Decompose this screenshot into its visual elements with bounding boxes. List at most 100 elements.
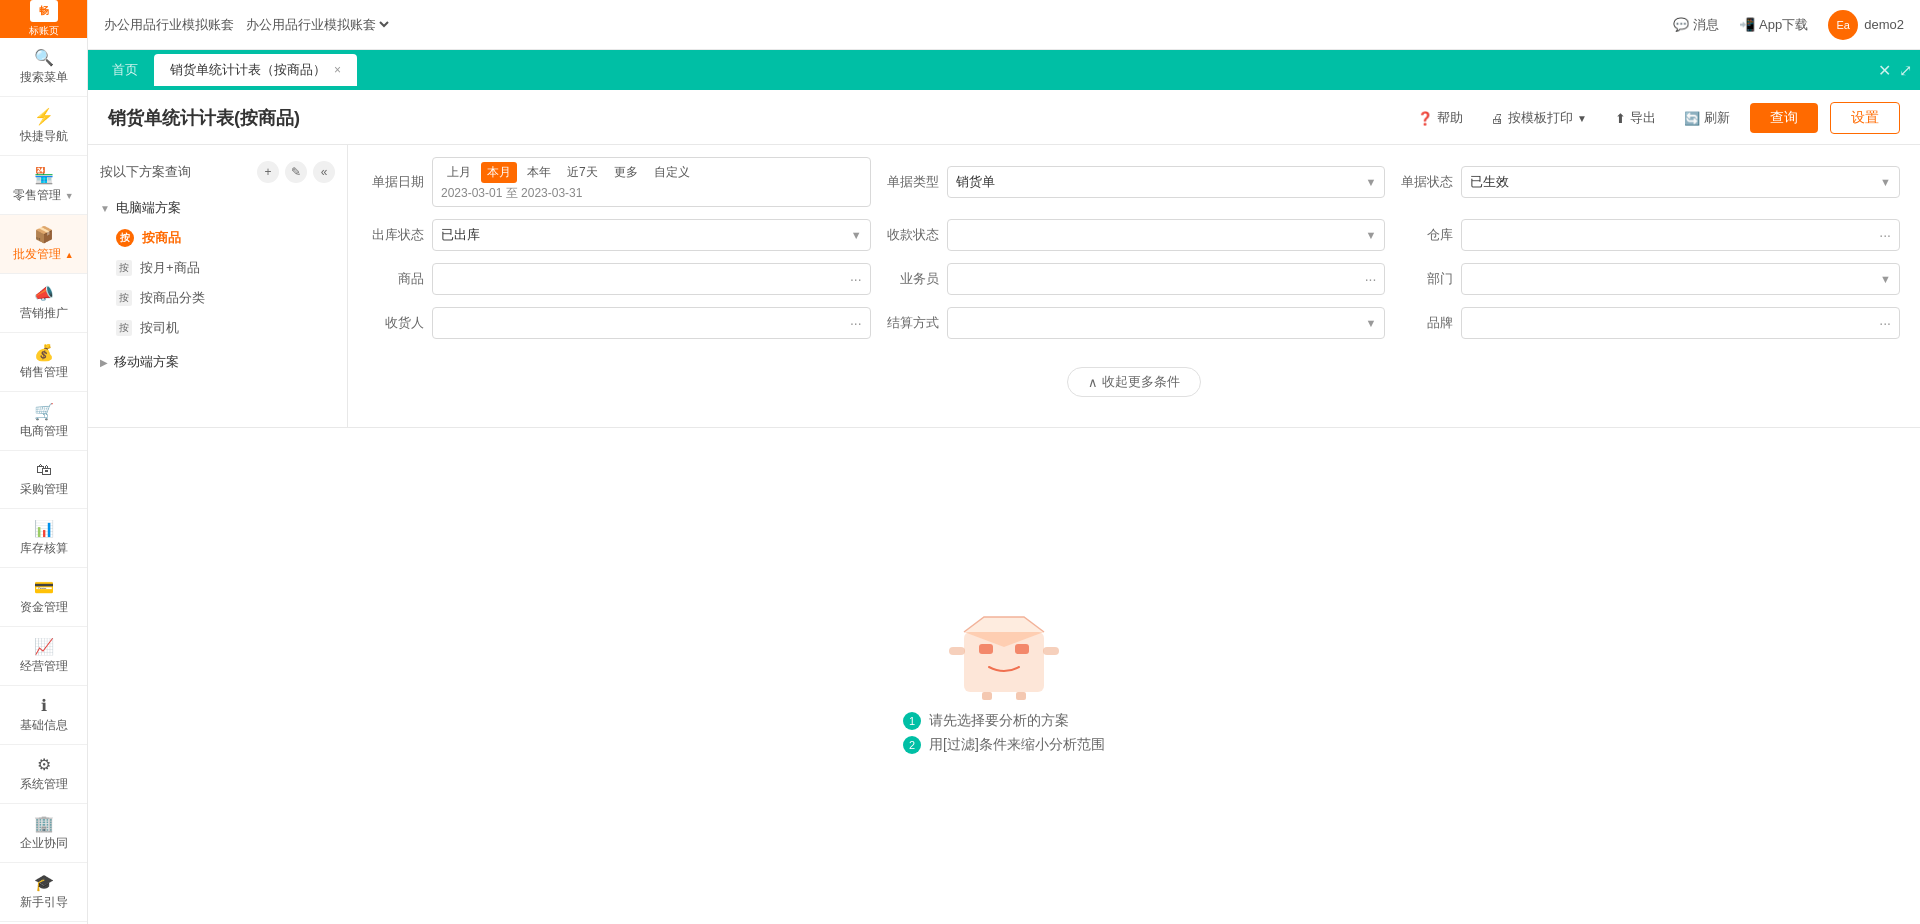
sidebar-item-system[interactable]: ⚙ 系统管理 [0,745,87,804]
header-right: 💬 消息 📲 App下载 Ea demo2 [1673,10,1904,40]
sidebar-item-enterprise[interactable]: 🏢 企业协同 [0,804,87,863]
warehouse-control[interactable]: ··· [1461,219,1900,251]
export-btn[interactable]: ⬆ 导出 [1607,105,1664,131]
dept-arrow-icon[interactable]: ▼ [1880,273,1891,285]
goods-ellipsis-icon[interactable]: ··· [850,271,862,287]
scheme-collapse-btn[interactable]: « [313,161,335,183]
settlement-control[interactable]: ▼ [947,307,1386,339]
doctype-label: 单据类型 [883,173,939,191]
sidebar-item-newbie[interactable]: 🎓 新手引导 [0,863,87,922]
sidebar-item-finance[interactable]: 💳 资金管理 [0,568,87,627]
messages-label: 消息 [1693,16,1719,34]
filter-field-goods: 商品 ··· [368,263,871,295]
settlement-arrow-icon[interactable]: ▼ [1365,317,1376,329]
scheme-item-by-category[interactable]: 按 按商品分类 [104,283,347,313]
sidebar-item-operation[interactable]: 📈 经营管理 [0,627,87,686]
sidebar-item-retail[interactable]: 🏪 零售管理 ▼ [0,156,87,215]
purchase-icon: 🛍 [4,461,83,479]
app-download-btn[interactable]: 📲 App下载 [1739,16,1808,34]
goods-control[interactable]: ··· [432,263,871,295]
sidebar-item-label: 经营管理 [20,659,68,673]
svg-rect-2 [1015,644,1029,654]
scheme-panel-title: 按以下方案查询 [100,163,249,181]
sidebar-item-label: 营销推广 [20,306,68,320]
sidebar-item-quicknav[interactable]: ⚡ 快捷导航 [0,97,87,156]
scheme-group-desktop-label: 电脑端方案 [116,199,181,217]
scheme-item-by-goods[interactable]: 按 按商品 [104,223,347,253]
sidebar-item-label: 资金管理 [20,600,68,614]
sidebar-item-search[interactable]: 🔍 搜索菜单 [0,38,87,97]
scheme-item-icon: 按 [116,290,132,306]
template-print-btn[interactable]: 🖨 按模板打印 ▼ [1483,105,1595,131]
scheme-item-icon: 按 [116,260,132,276]
filter-field-warehouse: 仓库 ··· [1397,219,1900,251]
brand-ellipsis-icon[interactable]: ··· [1879,315,1891,331]
empty-hint-1: 1 请先选择要分析的方案 [903,712,1105,730]
query-btn[interactable]: 查询 [1750,103,1818,133]
industry-selector[interactable]: 办公用品行业模拟账套 [242,16,392,33]
sidebar-item-ecommerce[interactable]: 🛒 电商管理 [0,392,87,451]
tab-current[interactable]: 销货单统计计表（按商品） × [154,54,357,86]
filter-section: 按以下方案查询 + ✎ « [88,145,1920,427]
receiver-control[interactable]: ··· [432,307,871,339]
scheme-panel-header: 按以下方案查询 + ✎ « [88,155,347,189]
outstatus-arrow-icon[interactable]: ▼ [851,229,862,241]
svg-rect-1 [979,644,993,654]
date-filter-control[interactable]: 上月 本月 本年 近7天 更多 自定义 2023-03-01 至 2023-03… [432,157,871,207]
app-logo: 畅 标账页 [0,0,87,38]
page-actions: ❓ 帮助 🖨 按模板打印 ▼ ⬆ 导出 🔄 刷新 [1409,102,1900,134]
receiver-ellipsis-icon[interactable]: ··· [850,315,862,331]
window-maximize-btn[interactable]: ⤢ [1899,61,1912,80]
salesperson-control[interactable]: ··· [947,263,1386,295]
sidebar-item-basic[interactable]: ℹ 基础信息 [0,686,87,745]
scheme-group-mobile: ▶ 移动端方案 [88,347,347,377]
scheme-add-btn[interactable]: + [257,161,279,183]
outstatus-value: 已出库 [441,226,851,244]
sidebar-item-purchase[interactable]: 🛍 采购管理 [0,451,87,509]
warehouse-ellipsis-icon[interactable]: ··· [1879,227,1891,243]
main-area: 办公用品行业模拟账套 办公用品行业模拟账套 💬 消息 📲 App下载 Ea de… [88,0,1920,924]
scheme-group-mobile-header[interactable]: ▶ 移动端方案 [88,347,347,377]
doctype-control[interactable]: 销货单 ▼ [947,166,1386,198]
window-close-btn[interactable]: ✕ [1878,61,1891,80]
query-label: 查询 [1770,109,1798,127]
tab-close-btn[interactable]: × [334,63,341,77]
filter-field-doctype: 单据类型 销货单 ▼ [883,166,1386,198]
tab-current-label: 销货单统计计表（按商品） [170,61,326,79]
payment-arrow-icon[interactable]: ▼ [1365,229,1376,241]
brand-control[interactable]: ··· [1461,307,1900,339]
messages-btn[interactable]: 💬 消息 [1673,16,1719,34]
date-tab-custom[interactable]: 自定义 [648,162,696,183]
sidebar-item-marketing[interactable]: 📣 营销推广 [0,274,87,333]
sidebar-item-wholesale[interactable]: 📦 批发管理 ▲ [0,215,87,274]
help-btn[interactable]: ❓ 帮助 [1409,105,1471,131]
settings-btn[interactable]: 设置 [1830,102,1900,134]
message-icon: 💬 [1673,17,1689,32]
salesperson-ellipsis-icon[interactable]: ··· [1365,271,1377,287]
settings-label: 设置 [1851,109,1879,127]
scheme-item-by-driver[interactable]: 按 按司机 [104,313,347,343]
scheme-edit-btn[interactable]: ✎ [285,161,307,183]
avatar: Ea [1828,10,1858,40]
date-tab-year[interactable]: 本年 [521,162,557,183]
user-menu[interactable]: Ea demo2 [1828,10,1904,40]
sidebar-item-inventory[interactable]: 📊 库存核算 [0,509,87,568]
refresh-btn[interactable]: 🔄 刷新 [1676,105,1738,131]
date-tab-prev-month[interactable]: 上月 [441,162,477,183]
outstatus-control[interactable]: 已出库 ▼ [432,219,871,251]
docstatus-control[interactable]: 已生效 ▼ [1461,166,1900,198]
scheme-item-by-month-goods[interactable]: 按 按月+商品 [104,253,347,283]
scheme-group-desktop-header[interactable]: ▼ 电脑端方案 [88,193,347,223]
sidebar: 畅 标账页 🔍 搜索菜单 ⚡ 快捷导航 🏪 零售管理 ▼ 📦 批发管理 ▲ 📣 … [0,0,88,924]
date-tab-current-month[interactable]: 本月 [481,162,517,183]
collapse-more-btn[interactable]: ∧ 收起更多条件 [1067,367,1201,397]
tab-home[interactable]: 首页 [96,54,154,86]
dept-control[interactable]: ▼ [1461,263,1900,295]
date-tab-7days[interactable]: 近7天 [561,162,604,183]
docstatus-arrow-icon[interactable]: ▼ [1880,176,1891,188]
sidebar-item-sales[interactable]: 💰 销售管理 [0,333,87,392]
sidebar-item-label: 系统管理 [20,777,68,791]
date-tab-more[interactable]: 更多 [608,162,644,183]
payment-control[interactable]: ▼ [947,219,1386,251]
doctype-arrow-icon[interactable]: ▼ [1365,176,1376,188]
